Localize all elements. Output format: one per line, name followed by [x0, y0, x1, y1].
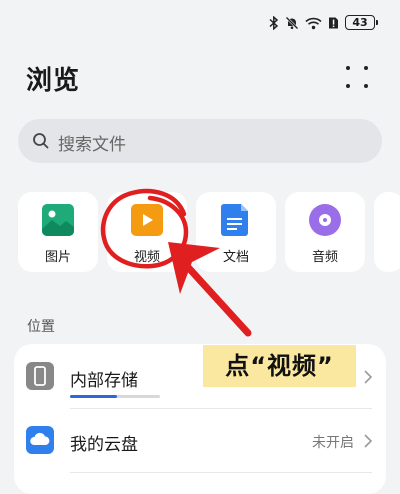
sim-alert-icon	[329, 17, 338, 28]
status-bar: 43	[0, 0, 400, 44]
cloud-drive-icon	[26, 426, 54, 454]
video-icon	[131, 204, 163, 236]
search-placeholder: 搜索文件	[58, 135, 126, 155]
annotation-callout: 点“视频”	[203, 345, 356, 387]
category-row: 图片 视频 文档 音频	[18, 192, 400, 272]
storage-usage-bar	[70, 395, 160, 398]
battery-indicator: 43	[345, 15, 378, 30]
chevron-right-icon	[364, 434, 372, 448]
category-more-partial[interactable]	[374, 192, 400, 272]
divider	[70, 472, 372, 473]
category-audio[interactable]: 音频	[285, 192, 365, 272]
search-icon	[33, 133, 49, 149]
more-options-icon[interactable]	[346, 66, 368, 88]
category-images[interactable]: 图片	[18, 192, 98, 272]
battery-tip	[376, 20, 378, 25]
document-icon	[221, 204, 248, 236]
image-icon	[42, 204, 74, 236]
phone-storage-icon	[26, 362, 54, 390]
cloud-status: 未开启	[312, 435, 354, 451]
mute-bell-icon	[285, 16, 299, 29]
status-icons: 43	[269, 15, 378, 30]
location-label: 内部存储	[70, 371, 138, 391]
page-title: 浏览	[26, 66, 81, 96]
wifi-icon	[305, 17, 322, 29]
battery-level: 43	[345, 15, 375, 30]
search-input[interactable]: 搜索文件	[18, 119, 382, 163]
storage-usage-fill	[70, 395, 117, 398]
category-label: 文档	[222, 250, 249, 265]
category-label: 音频	[311, 250, 338, 265]
location-label: 我的云盘	[70, 435, 138, 455]
bluetooth-icon	[269, 15, 279, 30]
category-label: 视频	[133, 250, 160, 265]
chevron-right-icon	[364, 370, 372, 384]
location-my-cloud-drive[interactable]: 我的云盘 未开启	[14, 412, 386, 468]
audio-icon	[309, 204, 341, 236]
category-label: 图片	[44, 250, 71, 265]
divider	[70, 408, 372, 409]
section-title-locations: 位置	[27, 319, 55, 335]
category-videos[interactable]: 视频	[107, 192, 187, 272]
category-documents[interactable]: 文档	[196, 192, 276, 272]
